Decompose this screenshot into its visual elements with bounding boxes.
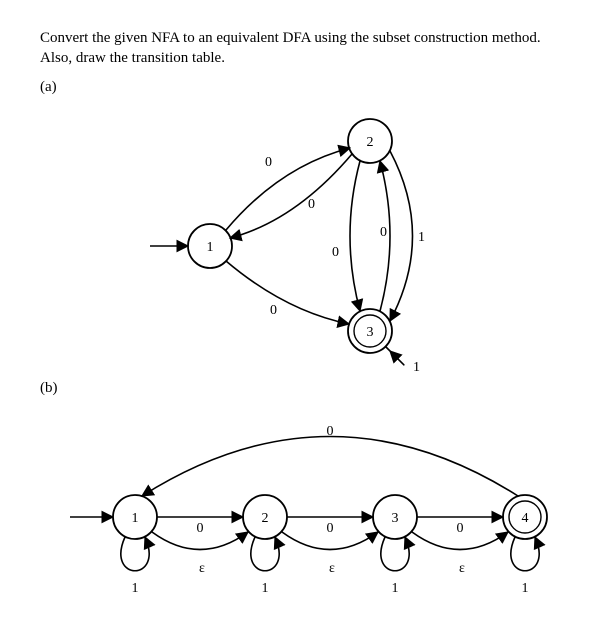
state-1: 1 (188, 224, 232, 268)
edge-b34-label: 0 (457, 521, 464, 536)
problem-prompt: Convert the given NFA to an equivalent D… (40, 28, 565, 69)
edge-b41 (142, 436, 518, 496)
state-b2: 2 (243, 495, 287, 539)
state-b3-label: 3 (392, 511, 399, 526)
state-1-label: 1 (207, 240, 214, 255)
loop-b1-label: 1 (132, 581, 139, 596)
edge-2-1-label: 0 (308, 197, 315, 212)
loop-b2 (251, 537, 279, 571)
loop-b4 (511, 537, 539, 571)
state-3-label: 3 (367, 325, 374, 340)
edge-eps12-label: ε (199, 561, 205, 576)
loop-b3 (381, 537, 409, 571)
edge-b23-label: 0 (327, 521, 334, 536)
state-b1-label: 1 (132, 511, 139, 526)
edge-1-2-label: 0 (265, 155, 272, 170)
edge-1-3-label: 0 (270, 303, 277, 318)
loop-b2-label: 1 (262, 581, 269, 596)
part-b-label: (b) (40, 380, 565, 397)
edge-2-3-1 (390, 151, 413, 321)
edge-eps34-label: ε (459, 561, 465, 576)
edge-2-3-1-label: 1 (418, 230, 425, 245)
nfa-a-diagram: 1 2 3 0 0 0 0 0 1 1 (40, 96, 565, 376)
edge-1-3 (226, 261, 349, 324)
loop-b4-label: 1 (522, 581, 529, 596)
state-b4-label: 4 (522, 511, 529, 526)
state-b3: 3 (373, 495, 417, 539)
edge-3-2-label: 0 (380, 225, 387, 240)
edge-3-3-label: 1 (413, 360, 420, 375)
state-2: 2 (348, 119, 392, 163)
edge-2-3-0-label: 0 (332, 245, 339, 260)
loop-b1 (121, 537, 149, 571)
edge-2-1 (230, 154, 352, 238)
state-b4: 4 (503, 495, 547, 539)
edge-b41-label: 0 (327, 424, 334, 439)
state-b1: 1 (113, 495, 157, 539)
edge-3-3 (385, 346, 404, 365)
edge-1-2 (226, 148, 350, 230)
nfa-b-diagram: 1 2 3 4 0 0 0 0 ε ε ε 1 1 1 1 (40, 397, 565, 607)
state-2-label: 2 (367, 135, 374, 150)
edge-eps23-label: ε (329, 561, 335, 576)
edge-b12-label: 0 (197, 521, 204, 536)
edge-2-3-0 (350, 161, 360, 311)
part-a-label: (a) (40, 79, 565, 96)
loop-b3-label: 1 (392, 581, 399, 596)
state-b2-label: 2 (262, 511, 269, 526)
